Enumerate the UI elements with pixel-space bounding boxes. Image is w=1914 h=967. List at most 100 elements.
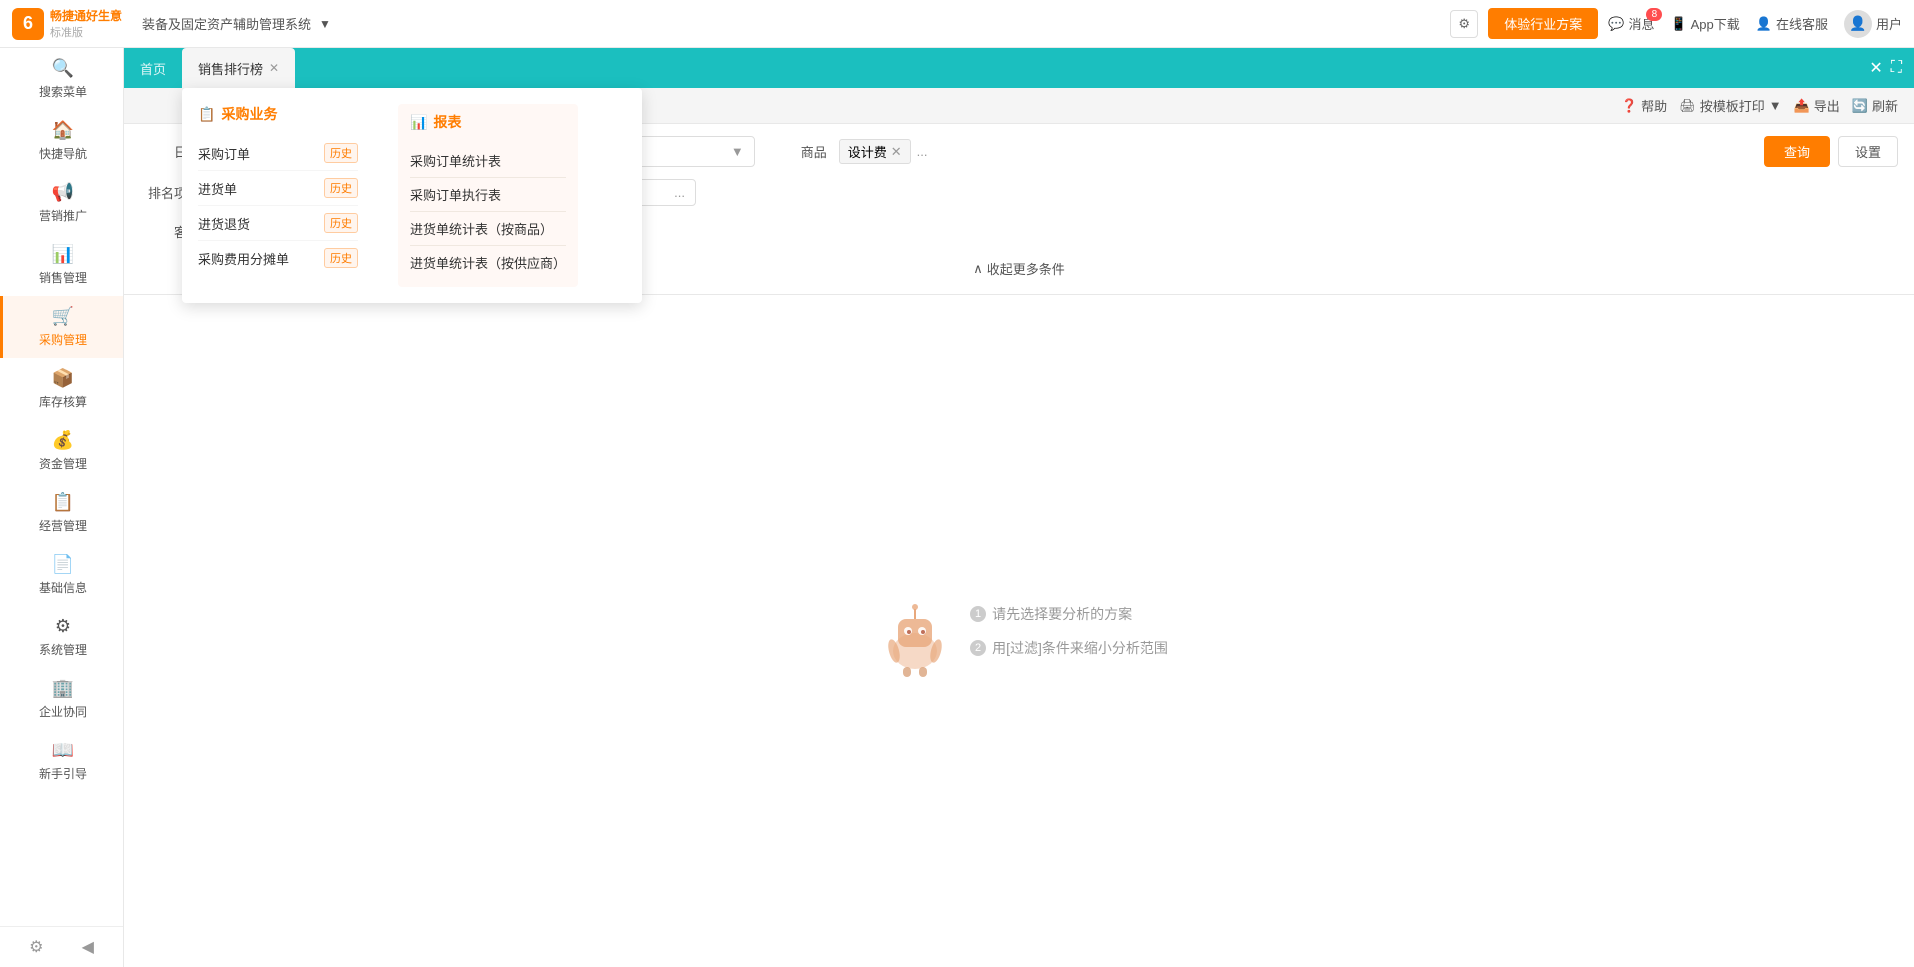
guide-icon: 📖 — [52, 740, 74, 761]
empty-illustration — [870, 591, 950, 671]
purchase-report-col: 📊 报表 采购订单统计表 采购订单执行表 进货单统计表（按商品） 进货单统计表（… — [398, 104, 578, 287]
dropdown-item-purchase-order[interactable]: 采购订单 历史 — [198, 136, 358, 171]
dropdown-item-incoming[interactable]: 进货单 历史 — [198, 171, 358, 206]
sidebar-item-operations[interactable]: 📋 经营管理 — [0, 482, 123, 544]
sidebar-item-finance[interactable]: 💰 资金管理 — [0, 420, 123, 482]
system-title-text: 装备及固定资产辅助管理系统 — [142, 14, 311, 33]
top-bar: 6 畅捷通好生意 标准版 装备及固定资产辅助管理系统 ▼ ⚙ 体验行业方案 💬 … — [0, 0, 1914, 48]
sidebar-label-system: 系统管理 — [39, 641, 87, 658]
sales-icon: 📊 — [52, 244, 74, 265]
sidebar-bottom: ⚙ ◀ — [0, 926, 123, 967]
sidebar-item-purchase[interactable]: 🛒 采购管理 — [0, 296, 123, 358]
basic-info-icon: 📄 — [52, 554, 74, 575]
trial-button[interactable]: 体验行业方案 — [1488, 8, 1598, 39]
history-tag-2: 历史 — [324, 213, 358, 233]
report-icon: 📊 — [410, 114, 427, 131]
finance-icon: 💰 — [52, 430, 74, 451]
tab-sales-rank-label: 销售排行榜 — [198, 59, 263, 78]
message-badge: 8 — [1646, 8, 1662, 21]
sidebar-label-inventory: 库存核算 — [39, 393, 87, 410]
user-area[interactable]: 👤 用户 — [1844, 10, 1902, 38]
goods-filter-area: 设计费 ✕ ... — [839, 139, 928, 164]
logo-icon: 6 — [12, 8, 44, 40]
marketing-icon: 📢 — [52, 182, 74, 203]
empty-text: 1 请先选择要分析的方案 2 用[过滤]条件来缩小分析范围 — [970, 600, 1168, 662]
sidebar-item-marketing[interactable]: 📢 营销推广 — [0, 172, 123, 234]
dropdown-report-4[interactable]: 进货单统计表（按供应商） — [410, 246, 566, 279]
purchase-business-col: 📋 采购业务 采购订单 历史 进货单 历史 进货退货 — [198, 104, 358, 287]
tab-sales-rank[interactable]: 销售排行榜 ✕ — [182, 48, 295, 88]
dropdown-report-2[interactable]: 采购订单执行表 — [410, 178, 566, 212]
goods-tag-close[interactable]: ✕ — [891, 144, 902, 160]
sidebar-item-system[interactable]: ⚙ 系统管理 — [0, 606, 123, 668]
refresh-btn[interactable]: 🔄 刷新 — [1852, 96, 1898, 115]
sidebar-item-basic-info[interactable]: 📄 基础信息 — [0, 544, 123, 606]
sidebar-item-quick-nav[interactable]: 🏠 快捷导航 — [0, 110, 123, 172]
goods-tag: 设计费 ✕ — [839, 139, 911, 164]
sidebar-collapse-btn[interactable]: ◀ — [82, 937, 94, 957]
sidebar-settings-btn[interactable]: ⚙ — [29, 937, 43, 957]
export-btn[interactable]: 📤 导出 — [1794, 96, 1840, 115]
title-dropdown-arrow[interactable]: ▼ — [319, 17, 331, 31]
sidebar-item-guide[interactable]: 📖 新手引导 — [0, 730, 123, 792]
purchase-business-title: 📋 采购业务 — [198, 104, 358, 124]
app-download-btn[interactable]: 📱 App下载 — [1670, 14, 1739, 33]
sidebar-item-enterprise[interactable]: 🏢 企业协同 — [0, 668, 123, 730]
enterprise-icon: 🏢 — [52, 678, 74, 699]
print-icon: 🖨 — [1679, 98, 1696, 114]
user-avatar: 👤 — [1844, 10, 1872, 38]
export-icon: 📤 — [1794, 98, 1810, 114]
main-layout: 🔍 搜索菜单 🏠 快捷导航 📢 营销推广 📊 销售管理 🛒 采购管理 📦 库存核… — [0, 48, 1914, 967]
history-tag-1: 历史 — [324, 178, 358, 198]
sidebar-item-inventory[interactable]: 📦 库存核算 — [0, 358, 123, 420]
logo-text: 畅捷通好生意 标准版 — [50, 7, 122, 40]
tab-expand-btn[interactable]: ⛶ — [1891, 59, 1902, 77]
dropdown-report-1[interactable]: 采购订单统计表 — [410, 144, 566, 178]
online-service-btn[interactable]: 👤 在线客服 — [1756, 14, 1828, 33]
query-button[interactable]: 查询 — [1764, 136, 1830, 167]
online-service-label: 在线客服 — [1776, 14, 1828, 33]
purchase-business-icon: 📋 — [198, 106, 215, 123]
salesperson-dots[interactable]: ... — [674, 185, 685, 200]
refresh-icon: 🔄 — [1852, 98, 1868, 114]
tab-close-btn[interactable]: ✕ — [1869, 58, 1882, 78]
tab-bar-actions: ✕ ⛶ — [1869, 58, 1914, 78]
purchase-dropdown-menu: 📋 采购业务 采购订单 历史 进货单 历史 进货退货 — [182, 88, 642, 303]
logo-area: 6 畅捷通好生意 标准版 — [12, 7, 132, 40]
messages-btn[interactable]: 💬 消息 8 — [1608, 14, 1654, 33]
sidebar-label-guide: 新手引导 — [39, 765, 87, 782]
tab-home-label: 首页 — [140, 59, 166, 78]
dropdown-item-expense[interactable]: 采购费用分摊单 历史 — [198, 241, 358, 275]
dropdown-report-3[interactable]: 进货单统计表（按商品） — [410, 212, 566, 246]
system-title-area: 装备及固定资产辅助管理系统 ▼ — [142, 14, 1440, 33]
history-tag-0: 历史 — [324, 143, 358, 163]
empty-hint-1: 1 请先选择要分析的方案 — [970, 600, 1168, 628]
dropdown-item-return[interactable]: 进货退货 历史 — [198, 206, 358, 241]
app-download-label: App下载 — [1691, 14, 1740, 33]
top-right-area: 💬 消息 8 📱 App下载 👤 在线客服 👤 用户 — [1608, 10, 1902, 38]
goods-dots[interactable]: ... — [917, 144, 928, 159]
tab-sales-rank-close[interactable]: ✕ — [269, 61, 279, 75]
tab-bar: 首页 销售排行榜 ✕ 📋 采购业务 — [124, 48, 1914, 88]
purchase-report-title: 📊 报表 — [410, 112, 566, 132]
operations-icon: 📋 — [52, 492, 74, 513]
empty-state: 1 请先选择要分析的方案 2 用[过滤]条件来缩小分析范围 — [870, 591, 1168, 671]
collapse-icon: ∧ — [973, 261, 983, 277]
user-name: 用户 — [1876, 14, 1902, 33]
sidebar-label-quick-nav: 快捷导航 — [39, 145, 87, 162]
sidebar-label-operations: 经营管理 — [39, 517, 87, 534]
sidebar-label-enterprise: 企业协同 — [39, 703, 87, 720]
set-button[interactable]: 设置 — [1838, 136, 1898, 167]
sidebar-item-search[interactable]: 🔍 搜索菜单 — [0, 48, 123, 110]
purchase-tab-wrapper: 销售排行榜 ✕ 📋 采购业务 采购订单 历史 — [182, 48, 295, 88]
settings-icon-btn[interactable]: ⚙ — [1450, 10, 1478, 38]
action-btns: 查询 设置 — [1764, 136, 1898, 167]
inventory-icon: 📦 — [52, 368, 74, 389]
sidebar-item-sales[interactable]: 📊 销售管理 — [0, 234, 123, 296]
print-template-btn[interactable]: 🖨 按模板打印 ▼ — [1679, 96, 1781, 115]
tab-home[interactable]: 首页 — [124, 48, 182, 88]
help-btn[interactable]: ❓ 帮助 — [1621, 96, 1667, 115]
help-icon: ❓ — [1621, 98, 1637, 114]
sidebar-label-sales: 销售管理 — [39, 269, 87, 286]
sidebar-label-basic-info: 基础信息 — [39, 579, 87, 596]
